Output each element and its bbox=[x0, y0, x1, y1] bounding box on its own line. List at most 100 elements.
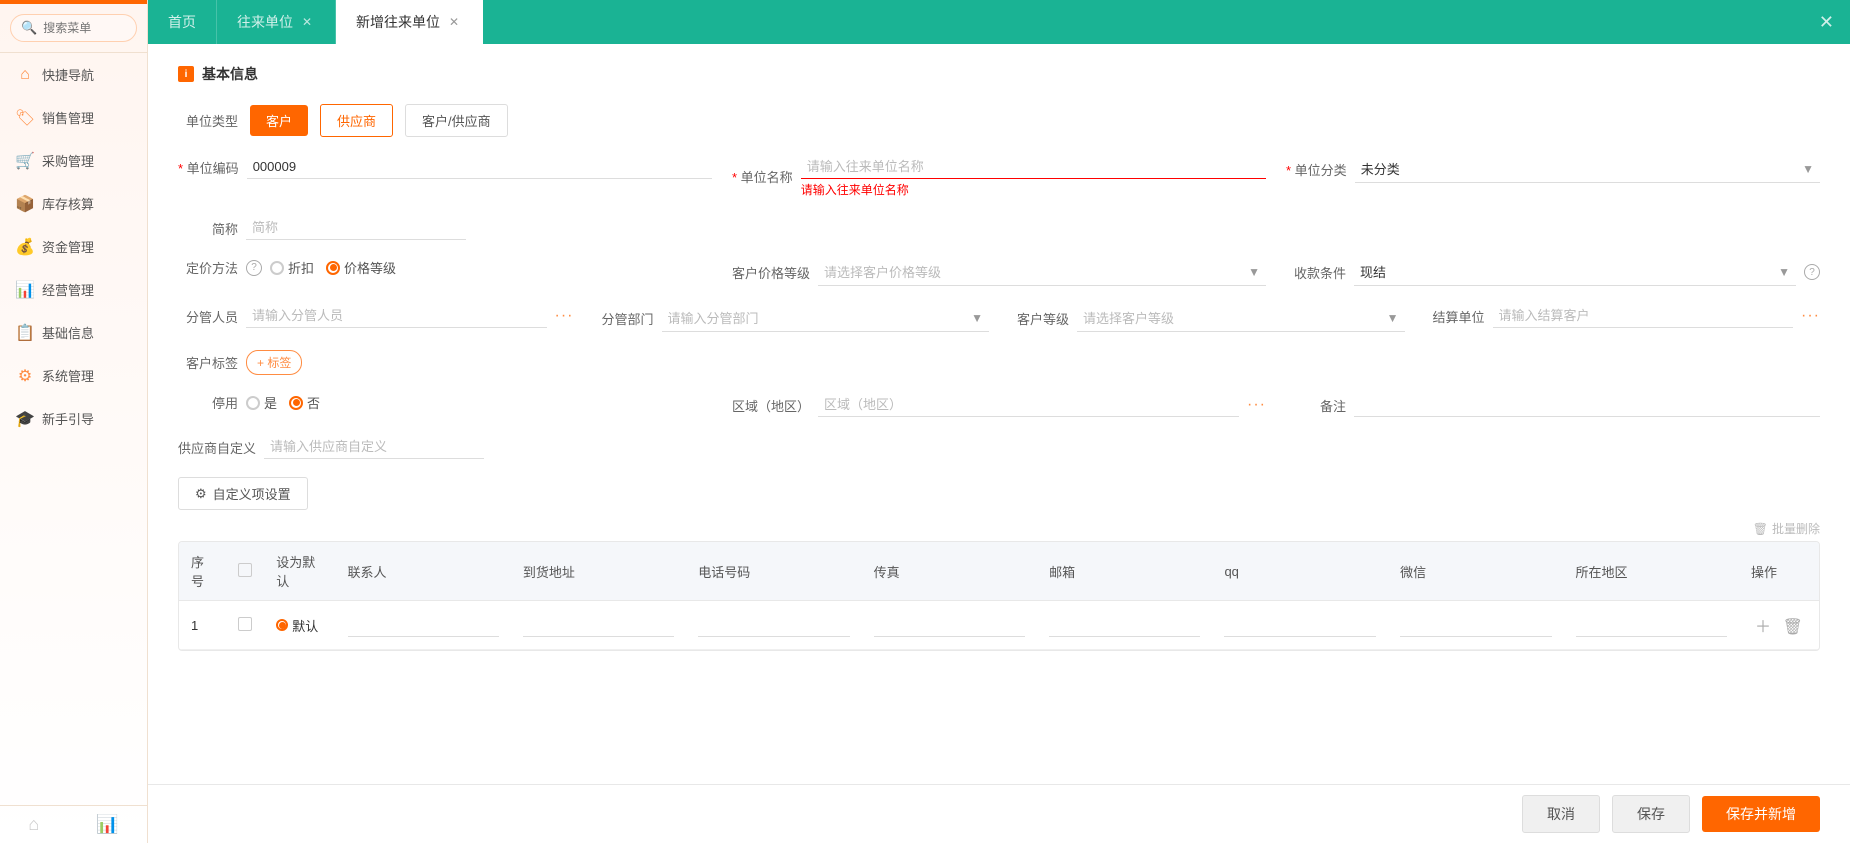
payment-terms-select[interactable]: 现结 ▼ bbox=[1354, 258, 1796, 286]
unit-name-error: 请输入往来单位名称 bbox=[801, 181, 1266, 198]
search-box[interactable]: 🔍 bbox=[10, 14, 137, 42]
tab-home[interactable]: 首页 bbox=[148, 0, 217, 44]
row-qq-input[interactable] bbox=[1224, 613, 1376, 637]
customer-tag-label: 客户标签 bbox=[178, 353, 238, 372]
cell-phone[interactable] bbox=[686, 601, 861, 650]
disabled-group: 停用 是 否 bbox=[178, 393, 712, 412]
radio-discount-circle bbox=[270, 261, 284, 275]
tab-partners-label: 往来单位 bbox=[237, 12, 293, 32]
col-qq: qq bbox=[1212, 542, 1388, 601]
cell-contact[interactable] bbox=[336, 601, 511, 650]
search-input[interactable] bbox=[43, 21, 123, 35]
sidebar-item-sales[interactable]: 🏷 销售管理 bbox=[0, 96, 147, 139]
sidebar-item-newbie[interactable]: 🎓 新手引导 bbox=[0, 397, 147, 440]
sidebar-item-finance[interactable]: 💰 资金管理 bbox=[0, 225, 147, 268]
sidebar-item-basic[interactable]: 📋 基础信息 bbox=[0, 311, 147, 354]
unit-type-label: 单位类型 bbox=[178, 111, 238, 130]
unit-name-input-wrapper: 请输入往来单位名称 bbox=[801, 155, 1266, 198]
custom-settings-button[interactable]: ⚙ 自定义项设置 bbox=[178, 477, 308, 510]
manager-label: 分管人员 bbox=[178, 307, 238, 326]
manager-row: 分管人员 ··· 分管部门 请输入分管部门 ▼ 客户等级 请选择客户等级 ▼ 结… bbox=[178, 304, 1820, 332]
unit-name-input[interactable] bbox=[801, 155, 1266, 179]
sidebar-item-inventory[interactable]: 📦 库存核算 bbox=[0, 182, 147, 225]
radio-no[interactable]: 否 bbox=[289, 393, 320, 412]
contact-table: 序号 设为默认 联系人 到货地址 电话号码 传真 邮箱 qq 微信 所在地区 操… bbox=[178, 541, 1820, 651]
row-delete-btn[interactable]: 🗑 bbox=[1779, 615, 1807, 639]
tab-partners[interactable]: 往来单位 ✕ bbox=[217, 0, 336, 44]
sidebar-item-operations[interactable]: 📊 经营管理 bbox=[0, 268, 147, 311]
region-label: 区域（地区） bbox=[732, 396, 810, 415]
pricing-info-icon[interactable]: ? bbox=[246, 260, 262, 276]
settlement-unit-more-btn[interactable]: ··· bbox=[1801, 307, 1820, 325]
save-new-button[interactable]: 保存并新增 bbox=[1702, 796, 1820, 832]
remark-input[interactable] bbox=[1354, 393, 1820, 417]
department-select[interactable]: 请输入分管部门 ▼ bbox=[662, 304, 990, 332]
customer-level-group: 客户等级 请选择客户等级 ▼ bbox=[1009, 304, 1405, 332]
batch-delete-label[interactable]: 批量删除 bbox=[1772, 520, 1820, 537]
supplier-custom-input[interactable] bbox=[264, 435, 484, 459]
row-checkbox[interactable] bbox=[238, 617, 252, 631]
add-tag-button[interactable]: + 标签 bbox=[246, 350, 302, 375]
manager-input[interactable] bbox=[246, 304, 547, 328]
batch-delete-icon: 🗑 bbox=[1753, 522, 1768, 536]
sidebar-item-quicknav[interactable]: ⌂ 快捷导航 bbox=[0, 53, 147, 96]
radio-yes[interactable]: 是 bbox=[246, 393, 277, 412]
unit-category-group: 单位分类 未分类 ▼ bbox=[1286, 155, 1820, 183]
row-default-radio[interactable] bbox=[276, 619, 288, 631]
batch-delete-bar: 🗑 批量删除 bbox=[178, 520, 1820, 537]
manager-more-btn[interactable]: ··· bbox=[555, 307, 574, 325]
department-label: 分管部门 bbox=[594, 309, 654, 328]
customer-level-label: 客户等级 bbox=[1009, 309, 1069, 328]
sidebar: 🔍 ⌂ 快捷导航 🏷 销售管理 🛒 采购管理 📦 库存核算 💰 资金管理 📊 经… bbox=[0, 0, 148, 843]
unit-category-select[interactable]: 未分类 ▼ bbox=[1355, 155, 1820, 183]
customer-level-select[interactable]: 请选择客户等级 ▼ bbox=[1077, 304, 1405, 332]
btn-supplier[interactable]: 供应商 bbox=[320, 104, 393, 137]
customer-price-level-select[interactable]: 请选择客户价格等级 ▼ bbox=[818, 258, 1266, 286]
cell-area[interactable] bbox=[1564, 601, 1739, 650]
payment-terms-info-icon[interactable]: ? bbox=[1804, 264, 1820, 280]
btn-customer-supplier[interactable]: 客户/供应商 bbox=[405, 104, 508, 137]
row-address-input[interactable] bbox=[523, 613, 674, 637]
radio-price-level[interactable]: 价格等级 bbox=[326, 258, 396, 277]
unit-code-input[interactable] bbox=[247, 155, 712, 179]
table-row: 1 默认 bbox=[179, 601, 1819, 650]
tab-partners-close[interactable]: ✕ bbox=[299, 14, 315, 30]
tab-new-partner-close[interactable]: ✕ bbox=[446, 14, 462, 30]
row-area-input[interactable] bbox=[1576, 613, 1727, 637]
settlement-unit-input[interactable] bbox=[1493, 304, 1794, 328]
sidebar-label-newbie: 新手引导 bbox=[42, 409, 94, 428]
sidebar-label-quicknav: 快捷导航 bbox=[42, 65, 94, 84]
sidebar-item-purchase[interactable]: 🛒 采购管理 bbox=[0, 139, 147, 182]
cell-address[interactable] bbox=[511, 601, 686, 650]
customer-tag-row: 客户标签 + 标签 bbox=[178, 350, 1820, 375]
tab-bar-close[interactable]: ✕ bbox=[1819, 12, 1834, 33]
row-phone-input[interactable] bbox=[698, 613, 849, 637]
short-name-input[interactable] bbox=[246, 216, 466, 240]
row-wechat-input[interactable] bbox=[1400, 613, 1551, 637]
row-contact-input[interactable] bbox=[348, 613, 499, 637]
remark-group: 备注 bbox=[1286, 393, 1820, 417]
row-add-btn[interactable]: ＋ bbox=[1751, 611, 1775, 639]
radio-discount[interactable]: 折扣 bbox=[270, 258, 314, 277]
customer-level-placeholder: 请选择客户等级 bbox=[1083, 308, 1383, 327]
cell-qq[interactable] bbox=[1212, 601, 1388, 650]
sidebar-bottom-stats[interactable]: 📊 bbox=[96, 814, 118, 835]
save-button[interactable]: 保存 bbox=[1612, 795, 1690, 833]
row-email-input[interactable] bbox=[1049, 613, 1200, 637]
department-group: 分管部门 请输入分管部门 ▼ bbox=[594, 304, 990, 332]
cell-email[interactable] bbox=[1037, 601, 1212, 650]
cell-fax[interactable] bbox=[862, 601, 1037, 650]
payment-terms-label: 收款条件 bbox=[1286, 263, 1346, 282]
btn-customer[interactable]: 客户 bbox=[250, 105, 308, 136]
header-checkbox[interactable] bbox=[238, 563, 252, 577]
tab-new-partner[interactable]: 新增往来单位 ✕ bbox=[336, 0, 483, 44]
cell-seq: 1 bbox=[179, 601, 226, 650]
row-fax-input[interactable] bbox=[874, 613, 1025, 637]
sidebar-bottom-home[interactable]: ⌂ bbox=[28, 814, 39, 835]
newbie-icon: 🎓 bbox=[16, 410, 34, 428]
cancel-button[interactable]: 取消 bbox=[1522, 795, 1600, 833]
region-input[interactable] bbox=[818, 393, 1239, 417]
sidebar-item-system[interactable]: ⚙ 系统管理 bbox=[0, 354, 147, 397]
region-more-btn[interactable]: ··· bbox=[1247, 396, 1266, 414]
cell-wechat[interactable] bbox=[1388, 601, 1563, 650]
